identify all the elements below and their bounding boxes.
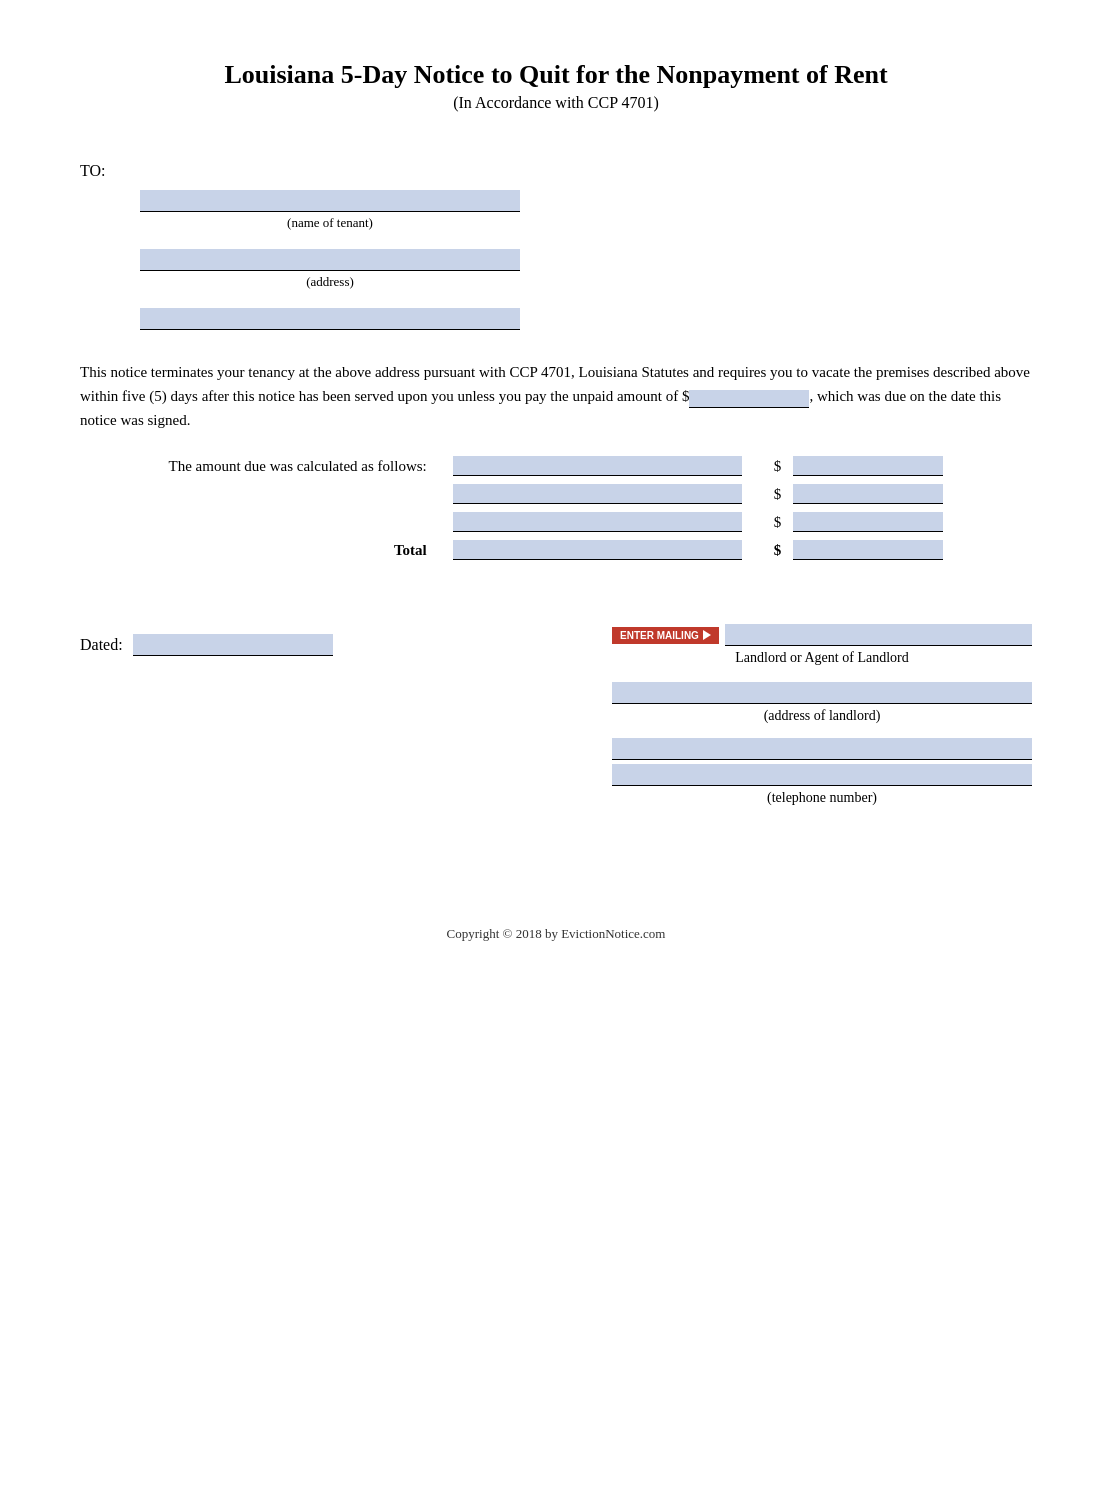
amount-row-3: $ (140, 508, 949, 536)
tenant-name-group: (name of tenant) (140, 190, 1032, 231)
amount-row-2-desc[interactable] (453, 484, 742, 504)
sig-button-row: ENTER MAILING (612, 624, 1032, 646)
footer-text: Copyright © 2018 by EvictionNotice.com (447, 926, 666, 941)
landlord-address-field[interactable] (612, 682, 1032, 704)
tenant-name-label: (name of tenant) (140, 215, 520, 231)
dollar-3: $ (748, 508, 787, 536)
document-page: Louisiana 5-Day Notice to Quit for the N… (80, 60, 1032, 1432)
sign-here-button[interactable]: ENTER MAILING (612, 627, 719, 644)
amount-row-3-desc[interactable] (453, 512, 742, 532)
sign-button-label: ENTER MAILING (620, 630, 699, 641)
landlord-phone-field-2[interactable] (612, 764, 1032, 786)
document-title: Louisiana 5-Day Notice to Quit for the N… (80, 60, 1032, 90)
landlord-address-label: (address of landlord) (612, 708, 1032, 724)
amount-row-1-desc[interactable] (453, 456, 742, 476)
address2-group (140, 308, 1032, 330)
address-field[interactable] (140, 249, 520, 271)
total-value[interactable] (793, 540, 943, 560)
tenant-name-field[interactable] (140, 190, 520, 212)
amount-row-3-value[interactable] (793, 512, 943, 532)
body-text: This notice terminates your tenancy at t… (80, 360, 1032, 432)
dated-label: Dated: (80, 636, 123, 654)
amount-table: The amount due was calculated as follows… (140, 452, 949, 564)
dated-field[interactable] (133, 634, 333, 656)
landlord-phone-field-1[interactable] (612, 738, 1032, 760)
amount-row-1-value[interactable] (793, 456, 943, 476)
dated-group: Dated: (80, 634, 333, 656)
signature-section: Dated: ENTER MAILING Landlord or Agent o… (80, 624, 1032, 806)
amount-due-label: The amount due was calculated as follows… (140, 452, 447, 480)
total-desc[interactable] (453, 540, 742, 560)
address-label: (address) (140, 274, 520, 290)
total-row: Total $ (140, 536, 949, 564)
unpaid-amount-field[interactable] (689, 390, 809, 408)
amount-row-2: $ (140, 480, 949, 508)
footer: Copyright © 2018 by EvictionNotice.com (80, 926, 1032, 942)
dollar-1: $ (748, 452, 787, 480)
address2-field[interactable] (140, 308, 520, 330)
to-label: TO: (80, 162, 1032, 180)
amount-row-2-value[interactable] (793, 484, 943, 504)
telephone-label: (telephone number) (612, 790, 1032, 806)
amount-row-1: The amount due was calculated as follows… (140, 452, 949, 480)
dollar-2: $ (748, 480, 787, 508)
arrow-icon (703, 630, 711, 640)
document-subtitle: (In Accordance with CCP 4701) (80, 94, 1032, 112)
signature-field[interactable] (725, 624, 1032, 646)
dollar-total: $ (748, 536, 787, 564)
landlord-label: Landlord or Agent of Landlord (612, 650, 1032, 666)
right-signature-group: ENTER MAILING Landlord or Agent of Landl… (612, 624, 1032, 806)
address-group: (address) (140, 249, 1032, 290)
total-label: Total (140, 536, 447, 564)
